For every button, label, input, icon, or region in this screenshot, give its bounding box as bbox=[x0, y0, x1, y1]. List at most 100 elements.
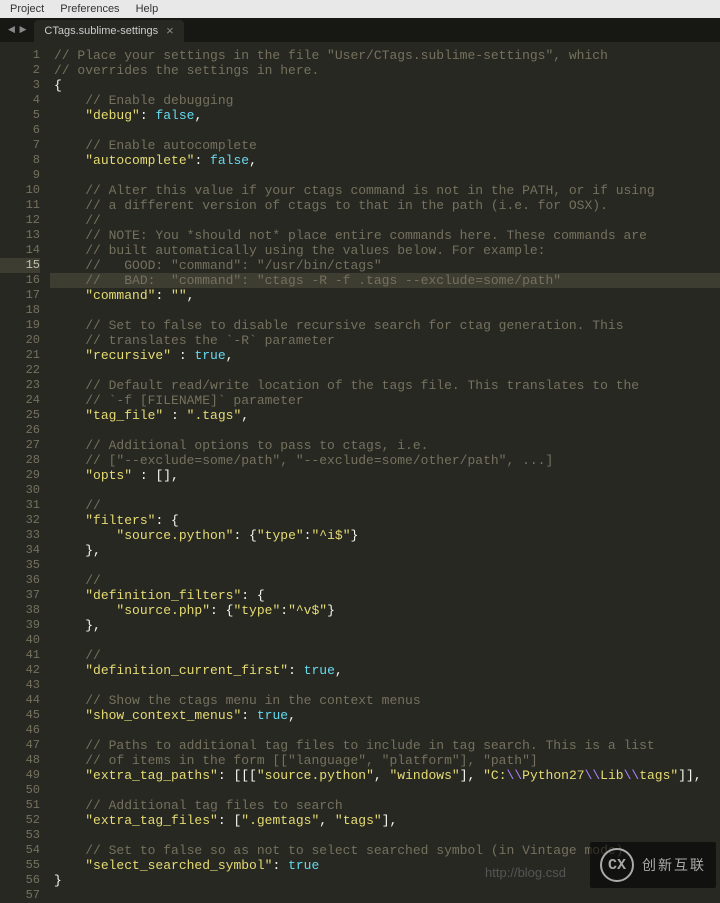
line-number: 16 bbox=[0, 273, 40, 288]
code-line[interactable]: // overrides the settings in here. bbox=[50, 63, 720, 78]
code-line[interactable]: // Additional options to pass to ctags, … bbox=[50, 438, 720, 453]
line-number: 9 bbox=[0, 168, 40, 183]
code-line[interactable]: // Enable autocomplete bbox=[50, 138, 720, 153]
code-line[interactable] bbox=[50, 363, 720, 378]
line-number: 38 bbox=[0, 603, 40, 618]
line-number: 2 bbox=[0, 63, 40, 78]
line-number: 22 bbox=[0, 363, 40, 378]
nav-arrows: ◄ ► bbox=[0, 23, 34, 37]
nav-forward-icon[interactable]: ► bbox=[19, 23, 26, 37]
code-line[interactable]: // Place your settings in the file "User… bbox=[50, 48, 720, 63]
code-line[interactable]: "source.php": {"type":"^v$"} bbox=[50, 603, 720, 618]
code-line[interactable]: // NOTE: You *should not* place entire c… bbox=[50, 228, 720, 243]
code-line[interactable]: "autocomplete": false, bbox=[50, 153, 720, 168]
line-number: 37 bbox=[0, 588, 40, 603]
line-number: 11 bbox=[0, 198, 40, 213]
code-line[interactable]: "filters": { bbox=[50, 513, 720, 528]
code-line[interactable]: "debug": false, bbox=[50, 108, 720, 123]
code-line[interactable] bbox=[50, 633, 720, 648]
code-line[interactable]: "tag_file" : ".tags", bbox=[50, 408, 720, 423]
code-line[interactable]: // Additional tag files to search bbox=[50, 798, 720, 813]
line-number: 27 bbox=[0, 438, 40, 453]
code-line[interactable]: // bbox=[50, 648, 720, 663]
line-number: 57 bbox=[0, 888, 40, 903]
code-line[interactable]: // `-f [FILENAME]` parameter bbox=[50, 393, 720, 408]
gutter: 1234567891011121314151617181920212223242… bbox=[0, 42, 50, 892]
editor[interactable]: 1234567891011121314151617181920212223242… bbox=[0, 42, 720, 892]
code-line[interactable]: "definition_filters": { bbox=[50, 588, 720, 603]
code-line[interactable] bbox=[50, 168, 720, 183]
nav-back-icon[interactable]: ◄ bbox=[8, 23, 15, 37]
line-number: 20 bbox=[0, 333, 40, 348]
line-number: 46 bbox=[0, 723, 40, 738]
code-line[interactable] bbox=[50, 828, 720, 843]
code-line[interactable]: // GOOD: "command": "/usr/bin/ctags" bbox=[50, 258, 720, 273]
line-number: 48 bbox=[0, 753, 40, 768]
code-line[interactable]: // built automatically using the values … bbox=[50, 243, 720, 258]
line-number: 4 bbox=[0, 93, 40, 108]
line-number: 33 bbox=[0, 528, 40, 543]
code-line[interactable]: // bbox=[50, 498, 720, 513]
code-line[interactable]: }, bbox=[50, 543, 720, 558]
code-line[interactable]: "definition_current_first": true, bbox=[50, 663, 720, 678]
code-line[interactable]: // a different version of ctags to that … bbox=[50, 198, 720, 213]
line-number: 36 bbox=[0, 573, 40, 588]
tab-ctags-settings[interactable]: CTags.sublime-settings × bbox=[34, 20, 183, 42]
menu-preferences[interactable]: Preferences bbox=[52, 3, 127, 15]
code-line[interactable] bbox=[50, 303, 720, 318]
watermark: http://blog.csd CX 创新互联 bbox=[590, 842, 716, 888]
line-number: 55 bbox=[0, 858, 40, 873]
code-line[interactable] bbox=[50, 423, 720, 438]
code-line[interactable]: // of items in the form [["language", "p… bbox=[50, 753, 720, 768]
code-line[interactable]: }, bbox=[50, 618, 720, 633]
line-number: 8 bbox=[0, 153, 40, 168]
line-number: 52 bbox=[0, 813, 40, 828]
menu-help[interactable]: Help bbox=[128, 3, 167, 15]
code-line[interactable]: { bbox=[50, 78, 720, 93]
code-line[interactable]: "source.python": {"type":"^i$"} bbox=[50, 528, 720, 543]
watermark-brand: 创新互联 bbox=[642, 855, 706, 875]
code-line[interactable]: // ["--exclude=some/path", "--exclude=so… bbox=[50, 453, 720, 468]
code-line[interactable]: "command": "", bbox=[50, 288, 720, 303]
line-number: 56 bbox=[0, 873, 40, 888]
code-line[interactable] bbox=[50, 888, 720, 903]
line-number: 7 bbox=[0, 138, 40, 153]
line-number: 24 bbox=[0, 393, 40, 408]
line-number: 29 bbox=[0, 468, 40, 483]
code-line[interactable]: // Show the ctags menu in the context me… bbox=[50, 693, 720, 708]
line-number: 1 bbox=[0, 48, 40, 63]
code-line[interactable]: // Set to false to disable recursive sea… bbox=[50, 318, 720, 333]
code-line[interactable] bbox=[50, 483, 720, 498]
line-number: 26 bbox=[0, 423, 40, 438]
menu-project[interactable]: Project bbox=[2, 3, 52, 15]
code-area[interactable]: // Place your settings in the file "User… bbox=[50, 42, 720, 892]
code-line[interactable] bbox=[50, 678, 720, 693]
code-line[interactable]: "extra_tag_files": [".gemtags", "tags"], bbox=[50, 813, 720, 828]
line-number: 34 bbox=[0, 543, 40, 558]
code-line[interactable]: "opts" : [], bbox=[50, 468, 720, 483]
line-number: 13 bbox=[0, 228, 40, 243]
line-number: 54 bbox=[0, 843, 40, 858]
code-line[interactable] bbox=[50, 783, 720, 798]
code-line[interactable]: // translates the `-R` parameter bbox=[50, 333, 720, 348]
code-line[interactable]: // bbox=[50, 213, 720, 228]
menubar[interactable]: Project Preferences Help bbox=[0, 0, 720, 18]
close-icon[interactable]: × bbox=[166, 26, 174, 36]
line-number: 43 bbox=[0, 678, 40, 693]
line-number: 19 bbox=[0, 318, 40, 333]
code-line[interactable]: "show_context_menus": true, bbox=[50, 708, 720, 723]
code-line[interactable]: // Enable debugging bbox=[50, 93, 720, 108]
code-line[interactable]: // Paths to additional tag files to incl… bbox=[50, 738, 720, 753]
code-line[interactable]: // BAD: "command": "ctags -R -f .tags --… bbox=[50, 273, 720, 288]
code-line[interactable]: "recursive" : true, bbox=[50, 348, 720, 363]
code-line[interactable] bbox=[50, 723, 720, 738]
code-line[interactable]: // bbox=[50, 573, 720, 588]
code-line[interactable] bbox=[50, 123, 720, 138]
code-line[interactable]: // Default read/write location of the ta… bbox=[50, 378, 720, 393]
line-number: 17 bbox=[0, 288, 40, 303]
code-line[interactable]: // Alter this value if your ctags comman… bbox=[50, 183, 720, 198]
line-number: 18 bbox=[0, 303, 40, 318]
code-line[interactable] bbox=[50, 558, 720, 573]
code-line[interactable]: "extra_tag_paths": [[["source.python", "… bbox=[50, 768, 720, 783]
tab-title: CTags.sublime-settings bbox=[44, 25, 158, 37]
